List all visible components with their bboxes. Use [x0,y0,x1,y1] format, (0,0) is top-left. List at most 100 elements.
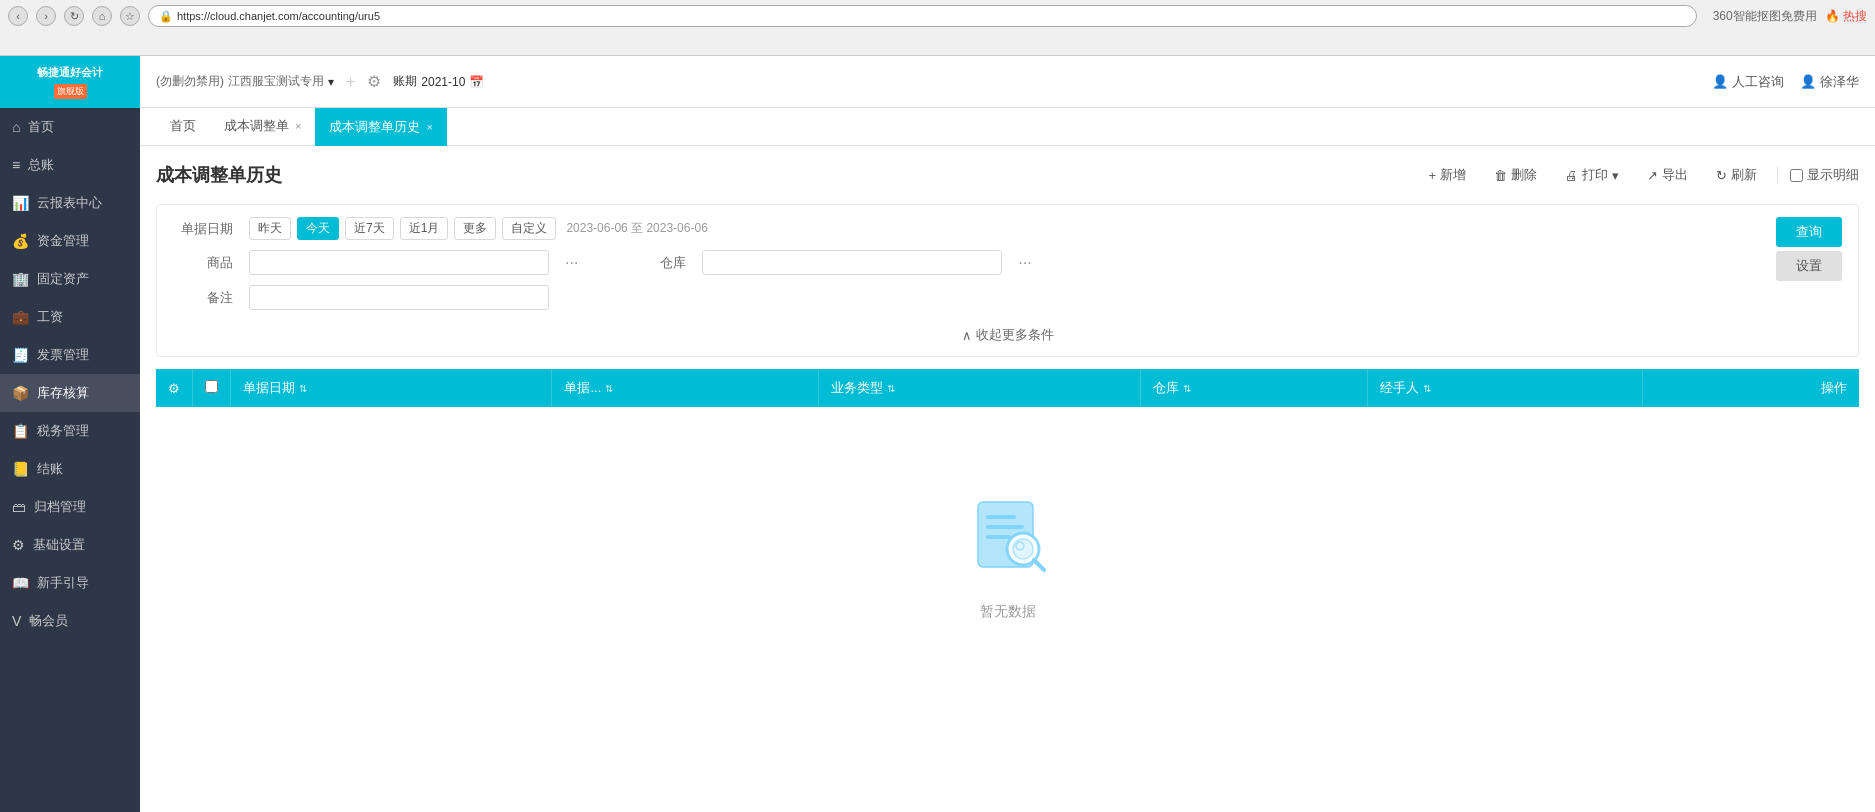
company-selector[interactable]: (勿删勿禁用) 江西服宝测试专用 ▾ [156,73,334,90]
home-icon: ⌂ [12,119,20,135]
app-container: 畅捷通好会计 旗舰版 ⌂ 首页 ≡ 总账 📊 云报表中心 💰 资金管理 🏢 固定… [0,56,1875,812]
date-btn-today[interactable]: 今天 [297,217,339,240]
refresh-button[interactable]: ↻ [64,6,84,26]
tab-cost-adjust-history[interactable]: 成本调整单历史 × [315,108,446,146]
sidebar-label-inventory: 库存核算 [37,384,89,402]
star-button[interactable]: ☆ [120,6,140,26]
print-button[interactable]: 🖨 打印 ▾ [1557,162,1627,188]
warehouse-filter-input[interactable] [702,250,1002,275]
sidebar-item-close[interactable]: 📒 结账 [0,450,140,488]
back-button[interactable]: ‹ [8,6,28,26]
print-label: 打印 [1582,166,1608,184]
remark-filter-input[interactable] [249,285,549,310]
sidebar-label-close: 结账 [37,460,63,478]
th-warehouse[interactable]: 仓库 ⇅ [1140,369,1368,407]
empty-state: 暂无数据 [156,407,1859,661]
goods-filter-input[interactable] [249,250,549,275]
calendar-icon[interactable]: 📅 [469,75,484,89]
sidebar-item-invoice[interactable]: 🧾 发票管理 [0,336,140,374]
user-avatar: 👤 [1800,74,1816,89]
new-button[interactable]: + 新增 [1420,162,1474,188]
show-cols-check[interactable]: 显示明细 [1790,166,1859,184]
date-btn-yesterday[interactable]: 昨天 [249,217,291,240]
warehouse-filter-dots[interactable]: ··· [1018,254,1031,272]
sidebar-label-ledger: 总账 [28,156,54,174]
th-biz-type[interactable]: 业务类型 ⇅ [819,369,1140,407]
sidebar-item-salary[interactable]: 💼 工资 [0,298,140,336]
date-btn-custom[interactable]: 自定义 [502,217,556,240]
sidebar-item-fixed-assets[interactable]: 🏢 固定资产 [0,260,140,298]
date-filter-label: 单据日期 [173,220,233,238]
settings-icon: ⚙ [12,537,25,553]
filter-settings-button[interactable]: 设置 [1776,251,1842,281]
sidebar-item-member[interactable]: V 畅会员 [0,602,140,640]
period-value: 2021-10 [421,75,465,89]
sidebar-item-archive[interactable]: 🗃 归档管理 [0,488,140,526]
th-operator-label: 经手人 [1380,379,1419,397]
tab-cost-adjust-label: 成本调整单 [224,117,289,135]
operator-sort-icon: ⇅ [1423,383,1431,394]
empty-icon [958,487,1058,587]
user-menu[interactable]: 👤 徐泽华 [1800,73,1859,91]
data-table: ⚙ 单据日期 ⇅ 单据... [156,369,1859,407]
hot-search-badge: 🔥 热搜 [1825,8,1867,25]
tab-home[interactable]: 首页 [156,108,210,146]
collapse-button[interactable]: ∧ 收起更多条件 [962,326,1054,344]
sidebar-label-salary: 工资 [37,308,63,326]
ledger-icon: ≡ [12,157,20,173]
company-dropdown-icon: ▾ [328,75,334,89]
top-header: (勿删勿禁用) 江西服宝测试专用 ▾ + ⚙ 账期 2021-10 📅 👤 人工… [140,56,1875,108]
archive-icon: 🗃 [12,499,26,515]
sidebar-item-home[interactable]: ⌂ 首页 [0,108,140,146]
warehouse-filter-label: 仓库 [626,254,686,272]
invoice-icon: 🧾 [12,347,29,363]
th-gear[interactable]: ⚙ [156,369,193,407]
home-button[interactable]: ⌂ [92,6,112,26]
tab-cost-adjust[interactable]: 成本调整单 × [210,108,315,146]
sidebar-item-ledger[interactable]: ≡ 总账 [0,146,140,184]
toolbar-actions: + 新增 🗑 删除 🖨 打印 ▾ ↗ 导出 [1420,162,1859,188]
th-number-label: 单据... [564,379,601,397]
sidebar-item-reports[interactable]: 📊 云报表中心 [0,184,140,222]
tab-cost-adjust-close[interactable]: × [295,120,301,132]
th-operator[interactable]: 经手人 ⇅ [1368,369,1643,407]
goods-filter-dots[interactable]: ··· [565,254,578,272]
th-action-label: 操作 [1821,380,1847,395]
browser-toolbar-right: 360智能抠图免费用 [1713,8,1817,25]
svg-rect-3 [986,535,1011,539]
sidebar-item-funds[interactable]: 💰 资金管理 [0,222,140,260]
tax-icon: 📋 [12,423,29,439]
goods-filter-label: 商品 [173,254,233,272]
date-btn-7days[interactable]: 近7天 [345,217,394,240]
show-cols-checkbox[interactable] [1790,169,1803,182]
forward-button[interactable]: › [36,6,56,26]
th-date-label: 单据日期 [243,379,295,397]
delete-button[interactable]: 🗑 删除 [1486,162,1545,188]
svg-rect-2 [986,525,1024,529]
th-check[interactable] [193,369,231,407]
query-button[interactable]: 查询 [1776,217,1842,247]
refresh-button-toolbar[interactable]: ↻ 刷新 [1708,162,1765,188]
date-btn-1month[interactable]: 近1月 [400,217,449,240]
period-label: 账期 [393,73,417,90]
sidebar-item-inventory[interactable]: 📦 库存核算 [0,374,140,412]
export-button[interactable]: ↗ 导出 [1639,162,1696,188]
tab-cost-adjust-history-close[interactable]: × [426,121,432,133]
sidebar-item-settings[interactable]: ⚙ 基础设置 [0,526,140,564]
filter-remark-row: 备注 [173,285,1752,310]
service-btn[interactable]: 👤 人工咨询 [1712,73,1784,91]
select-all-checkbox[interactable] [205,380,218,393]
sidebar-item-tax[interactable]: 📋 税务管理 [0,412,140,450]
guide-icon: 📖 [12,575,29,591]
th-number[interactable]: 单据... ⇅ [552,369,819,407]
sidebar-item-guide[interactable]: 📖 新手引导 [0,564,140,602]
url-bar[interactable]: 🔒 https://cloud.chanjet.com/accounting/u… [148,5,1697,27]
th-date[interactable]: 单据日期 ⇅ [231,369,552,407]
user-name: 徐泽华 [1820,73,1859,91]
date-range-text: 2023-06-06 至 2023-06-06 [566,220,707,237]
sidebar-label-settings: 基础设置 [33,536,85,554]
settings-icon[interactable]: ⚙ [367,72,381,91]
main-content: (勿删勿禁用) 江西服宝测试专用 ▾ + ⚙ 账期 2021-10 📅 👤 人工… [140,56,1875,812]
member-icon: V [12,613,21,629]
date-btn-more[interactable]: 更多 [454,217,496,240]
